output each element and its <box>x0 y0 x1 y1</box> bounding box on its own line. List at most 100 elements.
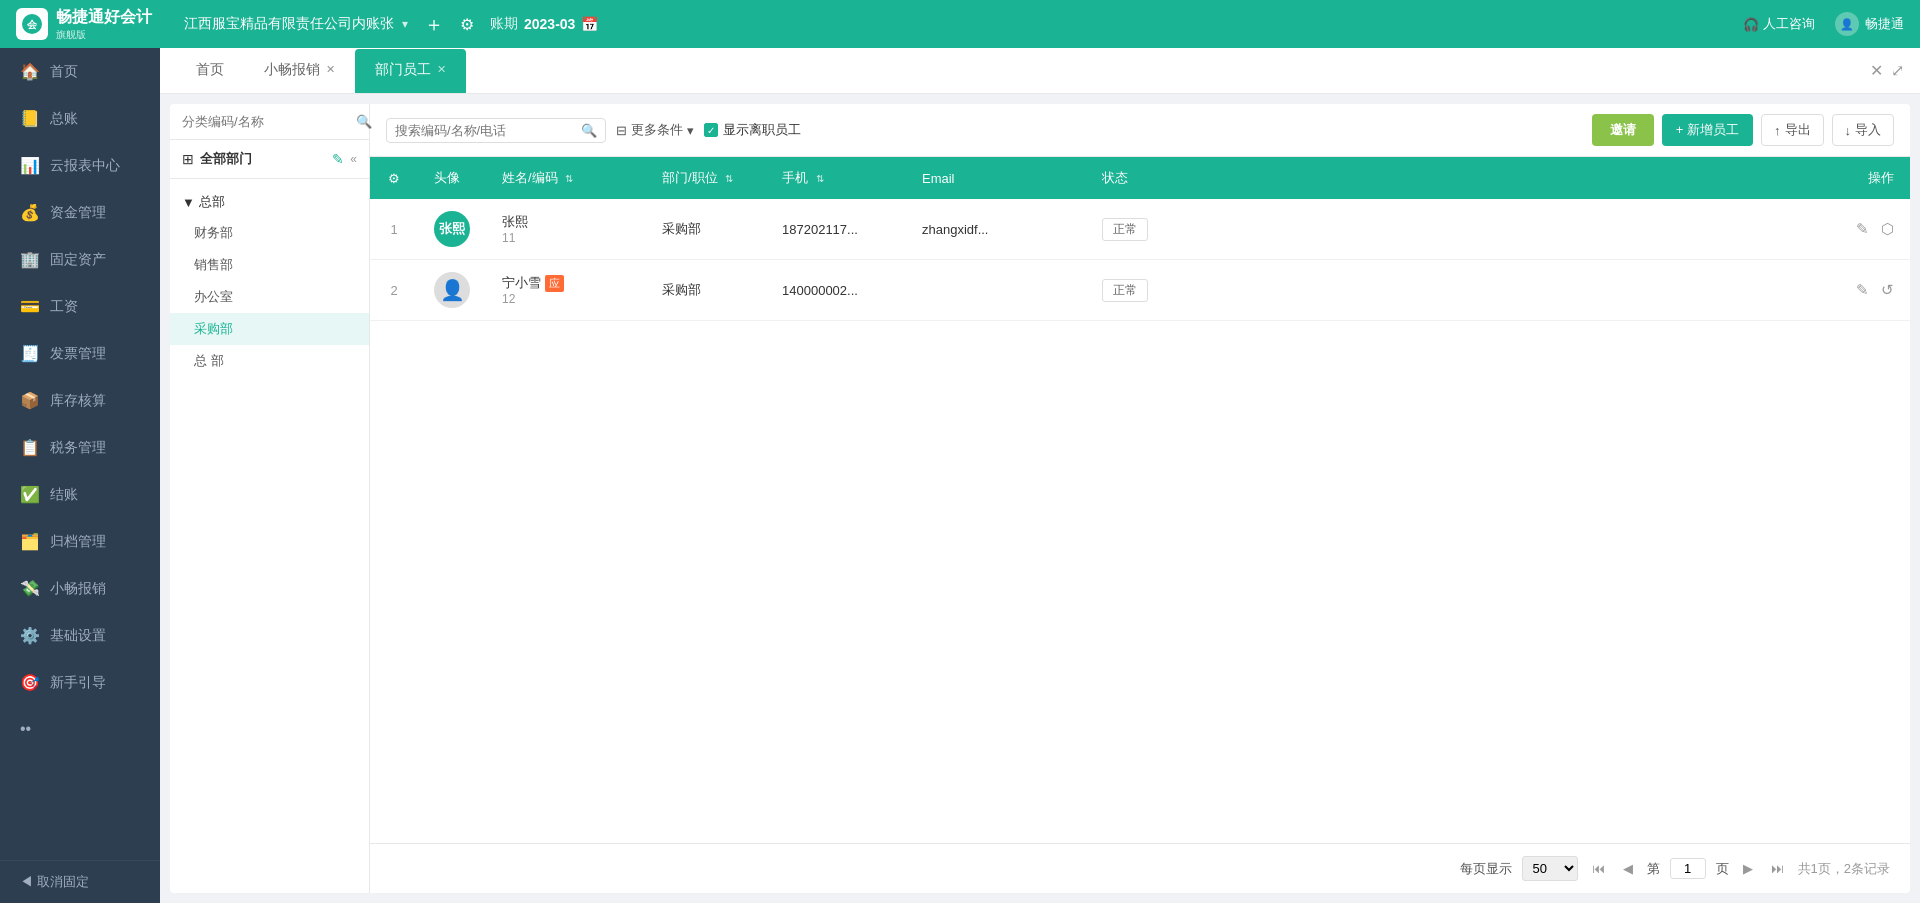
dept-collapse-icon[interactable]: « <box>350 152 357 166</box>
dept-node-sales[interactable]: 销售部 <box>170 249 369 281</box>
per-page-label: 每页显示 <box>1460 860 1512 878</box>
assets-icon: 🏢 <box>20 250 40 269</box>
page-content: 🔍 ⊞ 全部部门 ✎ « ▼ 总部 财务部 销售部 办公室 采购部 <box>170 104 1910 893</box>
sidebar-item-tax[interactable]: 📋 税务管理 <box>0 424 160 471</box>
first-page-button[interactable]: ⏮ <box>1588 859 1609 878</box>
tab-employee-label: 部门员工 <box>375 61 431 79</box>
top-header: 会 畅捷通好会计 旗舰版 江西服宝精品有限责任公司内账张 ▾ ＋ ⚙ 账期 20… <box>0 0 1920 48</box>
delete-employee-icon[interactable]: ↺ <box>1881 281 1894 299</box>
sidebar-item-salary[interactable]: 💳 工资 <box>0 283 160 330</box>
sidebar-label-close: 结账 <box>50 486 78 504</box>
tab-expense[interactable]: 小畅报销 ✕ <box>244 49 355 93</box>
sidebar-item-funds[interactable]: 💰 资金管理 <box>0 189 160 236</box>
sort-phone-icon[interactable]: ⇅ <box>816 173 824 184</box>
col-phone[interactable]: 手机 ⇅ <box>766 157 906 199</box>
sidebar-item-more[interactable]: •• <box>0 706 160 752</box>
tab-employee[interactable]: 部门员工 ✕ <box>355 49 466 93</box>
sidebar-item-expense[interactable]: 💸 小畅报销 <box>0 565 160 612</box>
support-label: 人工咨询 <box>1763 15 1815 33</box>
expense-icon: 💸 <box>20 579 40 598</box>
col-dept-label: 部门/职位 <box>662 170 718 185</box>
unpin-label: ◀ 取消固定 <box>20 873 89 891</box>
company-selector[interactable]: 江西服宝精品有限责任公司内账张 ▾ <box>184 15 408 33</box>
salary-icon: 💳 <box>20 297 40 316</box>
header-center: ＋ ⚙ 账期 2023-03 📅 <box>424 11 598 38</box>
tab-bar: 首页 小畅报销 ✕ 部门员工 ✕ ✕ ⤢ <box>160 48 1920 94</box>
prev-page-button[interactable]: ◀ <box>1619 859 1637 878</box>
chevron-down-icon: ▾ <box>402 17 408 31</box>
sidebar-item-reports[interactable]: 📊 云报表中心 <box>0 142 160 189</box>
row-action-cell: ✎↺ <box>1206 260 1910 321</box>
sidebar-item-guide[interactable]: 🎯 新手引导 <box>0 659 160 706</box>
employee-search-input[interactable] <box>395 123 575 138</box>
unpin-button[interactable]: ◀ 取消固定 <box>0 860 160 903</box>
expand-icon[interactable]: ⤢ <box>1891 61 1904 80</box>
pagination-bar: 每页显示 50 100 200 ⏮ ◀ 第 页 ▶ ⏭ 共1页，2条记录 <box>370 843 1910 893</box>
content-area: 首页 小畅报销 ✕ 部门员工 ✕ ✕ ⤢ 🔍 <box>160 48 1920 903</box>
sort-name-icon[interactable]: ⇅ <box>565 173 573 184</box>
col-name[interactable]: 姓名/编码 ⇅ <box>486 157 646 199</box>
calendar-icon[interactable]: 📅 <box>581 16 598 32</box>
employee-search-box: 🔍 <box>386 118 606 143</box>
employee-status-tag: 正常 <box>1102 279 1148 302</box>
logout-employee-icon[interactable]: ⬡ <box>1881 220 1894 238</box>
sidebar-item-home[interactable]: 🏠 首页 <box>0 48 160 95</box>
per-page-select[interactable]: 50 100 200 <box>1522 856 1578 881</box>
tab-expense-close[interactable]: ✕ <box>326 63 335 76</box>
show-resigned-checkbox-area[interactable]: ✓ 显示离职员工 <box>704 121 801 139</box>
edit-employee-icon[interactable]: ✎ <box>1856 281 1869 299</box>
period-value[interactable]: 2023-03 <box>524 16 575 32</box>
dept-group-header[interactable]: ▼ 总部 <box>170 187 369 217</box>
export-button[interactable]: ↑ 导出 <box>1761 114 1824 146</box>
last-page-button[interactable]: ⏭ <box>1767 859 1788 878</box>
import-button[interactable]: ↓ 导入 <box>1832 114 1895 146</box>
col-email: Email <box>906 157 1086 199</box>
dept-search-input[interactable] <box>182 114 350 129</box>
dept-all-label[interactable]: 全部部门 <box>200 150 326 168</box>
sidebar-item-settings[interactable]: ⚙️ 基础设置 <box>0 612 160 659</box>
row-number: 1 <box>370 199 418 260</box>
col-action: 操作 <box>1206 157 1910 199</box>
tab-home[interactable]: 首页 <box>176 49 244 93</box>
invite-button[interactable]: 邀请 <box>1592 114 1654 146</box>
period-area: 账期 2023-03 📅 <box>490 15 598 33</box>
toolbar-right: 邀请 + 新增员工 ↑ 导出 ↓ 导入 <box>1592 114 1894 146</box>
dept-search-bar: 🔍 <box>170 104 369 140</box>
sidebar-item-ledger[interactable]: 📒 总账 <box>0 95 160 142</box>
add-account-button[interactable]: ＋ <box>424 11 444 38</box>
company-name: 江西服宝精品有限责任公司内账张 <box>184 15 394 33</box>
col-setting[interactable]: ⚙ <box>370 157 418 199</box>
settings-icon[interactable]: ⚙ <box>460 15 474 34</box>
next-page-button[interactable]: ▶ <box>1739 859 1757 878</box>
filter-button[interactable]: ⊟ 更多条件 ▾ <box>616 121 694 139</box>
dept-node-hq[interactable]: 总 部 <box>170 345 369 377</box>
page-number-input[interactable] <box>1670 858 1706 879</box>
col-dept[interactable]: 部门/职位 ⇅ <box>646 157 766 199</box>
search-icon[interactable]: 🔍 <box>581 123 597 138</box>
sidebar-label-settings: 基础设置 <box>50 627 106 645</box>
add-employee-button[interactable]: + 新增员工 <box>1662 114 1753 146</box>
tab-home-label: 首页 <box>196 61 224 79</box>
row-status-cell: 正常 <box>1086 199 1206 260</box>
user-menu[interactable]: 👤 畅捷通 <box>1835 12 1904 36</box>
sort-dept-icon[interactable]: ⇅ <box>725 173 733 184</box>
employee-table: ⚙ 头像 姓名/编码 ⇅ 部门/职位 ⇅ <box>370 157 1910 321</box>
dept-node-purchase[interactable]: 采购部 <box>170 313 369 345</box>
close-tab-icon[interactable]: ✕ <box>1870 61 1883 80</box>
sidebar-item-assets[interactable]: 🏢 固定资产 <box>0 236 160 283</box>
tab-employee-close[interactable]: ✕ <box>437 63 446 76</box>
edit-employee-icon[interactable]: ✎ <box>1856 220 1869 238</box>
dept-node-finance[interactable]: 财务部 <box>170 217 369 249</box>
sidebar-item-close[interactable]: ✅ 结账 <box>0 471 160 518</box>
sidebar-item-invoice[interactable]: 🧾 发票管理 <box>0 330 160 377</box>
sidebar-item-inventory[interactable]: 📦 库存核算 <box>0 377 160 424</box>
app-subtitle: 旗舰版 <box>56 28 152 42</box>
row-phone-cell: 187202117... <box>766 199 906 260</box>
show-resigned-checkbox[interactable]: ✓ <box>704 123 718 137</box>
dept-node-office[interactable]: 办公室 <box>170 281 369 313</box>
guide-icon: 🎯 <box>20 673 40 692</box>
sidebar-item-archive[interactable]: 🗂️ 归档管理 <box>0 518 160 565</box>
dept-tree-header: ⊞ 全部部门 ✎ « <box>170 140 369 179</box>
dept-edit-icon[interactable]: ✎ <box>332 151 344 167</box>
support-button[interactable]: 🎧 人工咨询 <box>1743 15 1815 33</box>
